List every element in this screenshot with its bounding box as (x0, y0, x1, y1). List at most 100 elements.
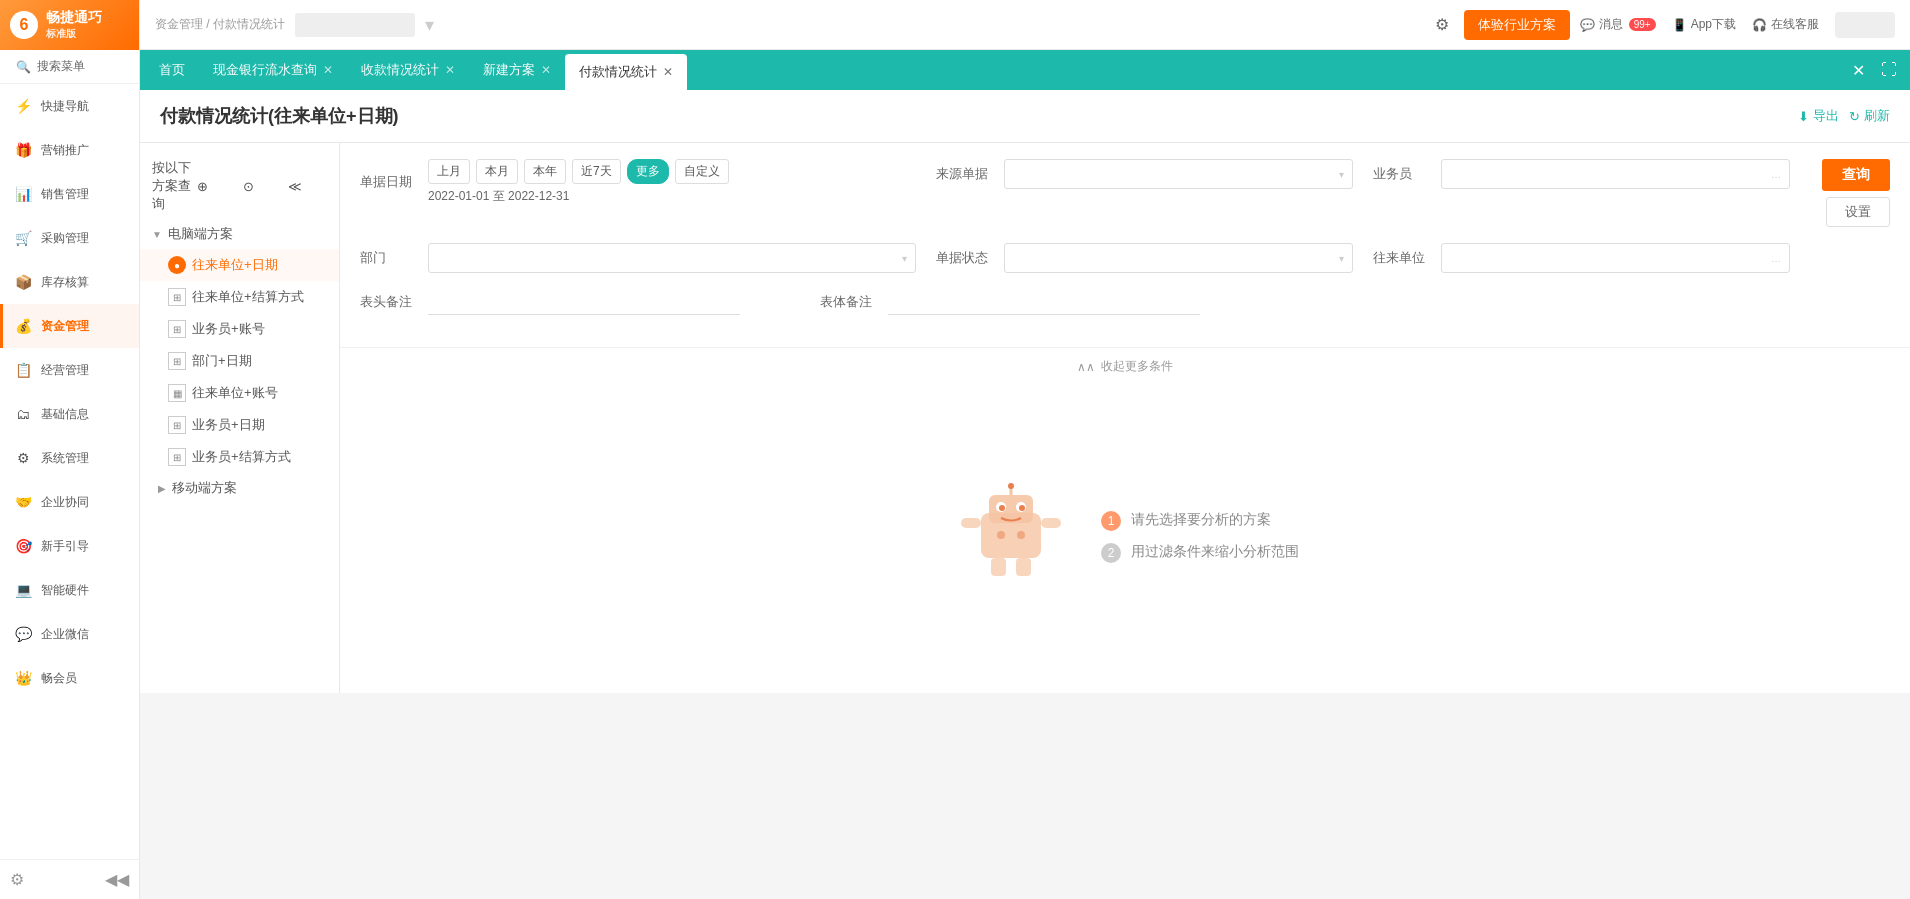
scheme-panel: 按以下方案查询 ⊕ ⊙ ≪ ▼ 电脑端方案 ● 往来单位+日期 ⊞ (140, 143, 340, 693)
sidebar-item-operations[interactable]: 📋 经营管理 (0, 348, 139, 392)
body-note-input[interactable] (888, 289, 1200, 315)
tab-receipt[interactable]: 收款情况统计 ✕ (347, 50, 469, 90)
scheme-item-staff-settlement[interactable]: ⊞ 业务员+结算方式 (140, 441, 339, 473)
sidebar-item-inventory[interactable]: 📦 库存核算 (0, 260, 139, 304)
filter-row-1: 单据日期 上月 本月 本年 近7天 更多 自定义 20 (360, 159, 1890, 227)
logo-sub: 标准版 (46, 27, 102, 41)
header-note-input[interactable] (428, 289, 740, 315)
doc-status-label: 单据状态 (936, 249, 996, 267)
empty-step-1: 1 请先选择要分析的方案 (1101, 511, 1299, 531)
sidebar-footer-settings[interactable]: ⚙ (10, 870, 24, 889)
topbar-msg-btn[interactable]: 💬 消息 99+ (1580, 16, 1656, 33)
empty-content: 1 请先选择要分析的方案 2 用过滤条件来缩小分析范围 (951, 483, 1299, 603)
tab-home[interactable]: 首页 (145, 50, 199, 90)
header-note-control (428, 289, 740, 315)
scheme-add-btn[interactable]: ⊕ (197, 179, 236, 194)
scheme-item-party-settlement[interactable]: ⊞ 往来单位+结算方式 (140, 281, 339, 313)
sidebar-item-marketing[interactable]: 🎁 营销推广 (0, 128, 139, 172)
scheme-collapse-btn[interactable]: ≪ (288, 179, 327, 194)
scheme-header-label: 按以下方案查询 (152, 159, 191, 213)
sidebar-item-weixin[interactable]: 💬 企业微信 (0, 612, 139, 656)
mobile-scheme-group-title[interactable]: ▶ 移动端方案 (140, 473, 339, 503)
scheme-type-table-icon: ⊞ (168, 288, 186, 306)
sidebar-item-purchase[interactable]: 🛒 采购管理 (0, 216, 139, 260)
scheme-panel-header: 按以下方案查询 ⊕ ⊙ ≪ (140, 153, 339, 219)
refresh-btn[interactable]: ↻ 刷新 (1849, 107, 1890, 125)
sidebar-item-basic-info[interactable]: 🗂 基础信息 (0, 392, 139, 436)
collapse-more-btn[interactable]: ∧∧ 收起更多条件 (340, 347, 1910, 385)
smart-hw-icon: 💻 (13, 580, 33, 600)
dept-field: 部门 ▾ (360, 243, 916, 273)
topbar-trial-btn[interactable]: 体验行业方案 (1464, 10, 1570, 40)
tab-fullscreen-btn[interactable]: ⛶ (1873, 61, 1905, 79)
main-content: 资金管理 / 付款情况统计 ▾ ⚙ 体验行业方案 💬 消息 99+ 📱 App下… (140, 0, 1910, 899)
topbar-actions: 💬 消息 99+ 📱 App下载 🎧 在线客服 (1580, 12, 1895, 38)
staff-select[interactable]: … (1441, 159, 1790, 189)
svg-rect-1 (989, 495, 1033, 523)
doc-status-control: ▾ (1004, 243, 1353, 273)
purchase-icon: 🛒 (13, 228, 33, 248)
tab-close-all-btn[interactable]: ✕ (1844, 61, 1873, 80)
date-btn-last-month[interactable]: 上月 (428, 159, 470, 184)
doc-status-field: 单据状态 ▾ (936, 243, 1353, 273)
basic-info-icon: 🗂 (13, 404, 33, 424)
scheme-item-staff-account[interactable]: ⊞ 业务员+账号 (140, 313, 339, 345)
system-icon: ⚙ (13, 448, 33, 468)
svg-point-13 (1017, 531, 1025, 539)
sidebar-item-label: 智能硬件 (41, 582, 89, 599)
tab-new-scheme[interactable]: 新建方案 ✕ (469, 50, 565, 90)
member-icon: 👑 (13, 668, 33, 688)
tab-close-new-scheme[interactable]: ✕ (541, 63, 551, 77)
tab-bank[interactable]: 现金银行流水查询 ✕ (199, 50, 347, 90)
scheme-settings-btn[interactable]: ⊙ (243, 179, 282, 194)
sidebar-search[interactable]: 🔍 搜索菜单 (0, 50, 139, 84)
sidebar-item-system[interactable]: ⚙ 系统管理 (0, 436, 139, 480)
sidebar-item-sales[interactable]: 📊 销售管理 (0, 172, 139, 216)
party-control: … (1441, 243, 1790, 273)
sidebar-item-enterprise[interactable]: 🤝 企业协同 (0, 480, 139, 524)
scheme-type-table-icon: ⊞ (168, 416, 186, 434)
user-avatar[interactable] (1835, 12, 1895, 38)
scheme-item-dept-date[interactable]: ⊞ 部门+日期 (140, 345, 339, 377)
tab-close-payment-stat[interactable]: ✕ (663, 65, 673, 79)
pc-scheme-group-title[interactable]: ▼ 电脑端方案 (140, 219, 339, 249)
sidebar-item-smart-hw[interactable]: 💻 智能硬件 (0, 568, 139, 612)
dept-select[interactable]: ▾ (428, 243, 916, 273)
sidebar-item-quick-nav[interactable]: ⚡ 快捷导航 (0, 84, 139, 128)
topbar-settings-icon[interactable]: ⚙ (1435, 15, 1449, 34)
step-2-num: 2 (1101, 543, 1121, 563)
date-btn-this-year[interactable]: 本年 (524, 159, 566, 184)
tab-close-receipt[interactable]: ✕ (445, 63, 455, 77)
page-title: 付款情况统计(往来单位+日期) (160, 104, 399, 128)
pc-group-arrow: ▼ (152, 229, 162, 240)
date-btn-this-month[interactable]: 本月 (476, 159, 518, 184)
settings-btn[interactable]: 设置 (1826, 197, 1890, 227)
scheme-item-party-date[interactable]: ● 往来单位+日期 (140, 249, 339, 281)
scheme-item-party-account[interactable]: ▦ 往来单位+账号 (140, 377, 339, 409)
sidebar-item-label: 企业协同 (41, 494, 89, 511)
topbar-dropdown-icon[interactable]: ▾ (425, 14, 434, 36)
scheme-item-staff-date[interactable]: ⊞ 业务员+日期 (140, 409, 339, 441)
topbar-app-btn[interactable]: 📱 App下载 (1672, 16, 1736, 33)
weixin-icon: 💬 (13, 624, 33, 644)
staff-field: 业务员 … (1373, 159, 1790, 189)
date-btn-custom[interactable]: 自定义 (675, 159, 729, 184)
date-btn-7days[interactable]: 近7天 (572, 159, 621, 184)
empty-state: 1 请先选择要分析的方案 2 用过滤条件来缩小分析范围 (340, 393, 1910, 693)
sidebar-item-guide[interactable]: 🎯 新手引导 (0, 524, 139, 568)
filter-area: 按以下方案查询 ⊕ ⊙ ≪ ▼ 电脑端方案 ● 往来单位+日期 ⊞ (140, 143, 1910, 693)
query-btn[interactable]: 查询 (1822, 159, 1890, 191)
source-select[interactable]: ▾ (1004, 159, 1353, 189)
sidebar-item-member[interactable]: 👑 畅会员 (0, 656, 139, 700)
date-btn-more[interactable]: 更多 (627, 159, 669, 184)
tab-payment-stat[interactable]: 付款情况统计 ✕ (565, 54, 687, 90)
tab-close-bank[interactable]: ✕ (323, 63, 333, 77)
party-select[interactable]: … (1441, 243, 1790, 273)
body-note-field: 表体备注 (820, 289, 1200, 315)
topbar-service-btn[interactable]: 🎧 在线客服 (1752, 16, 1819, 33)
export-btn[interactable]: ⬇ 导出 (1798, 107, 1839, 125)
marketing-icon: 🎁 (13, 140, 33, 160)
sidebar-item-finance[interactable]: 💰 资金管理 (0, 304, 139, 348)
sidebar-collapse-btn[interactable]: ◀◀ (105, 870, 129, 889)
doc-status-select[interactable]: ▾ (1004, 243, 1353, 273)
